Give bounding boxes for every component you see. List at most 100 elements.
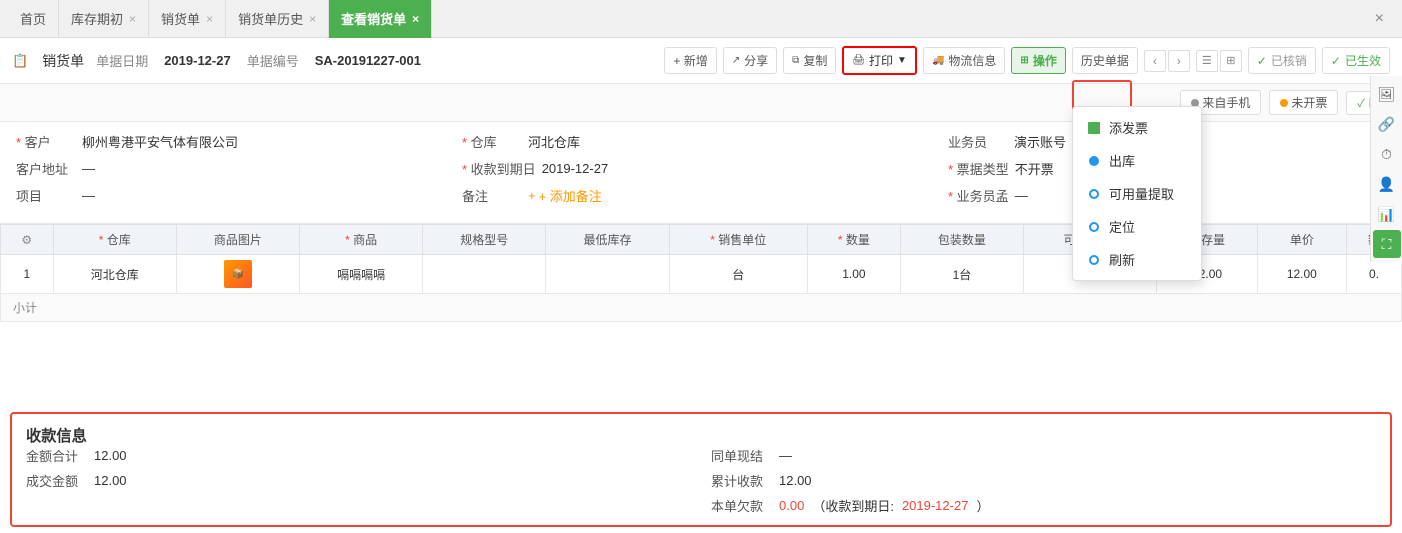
sidebar-link-icon[interactable]: 🔗 (1373, 110, 1401, 138)
total-label: 金额合计 (26, 446, 86, 465)
dropdown-available-qty[interactable]: 可用量提取 (1073, 177, 1201, 210)
share-button[interactable]: ↗ 分享 (723, 47, 777, 74)
same-order-value: — (779, 448, 792, 463)
trade-amount-row: 成交金额 12.00 (26, 471, 691, 490)
unopened-button[interactable]: 未开票 (1269, 90, 1338, 115)
salesman2-label: 业务员孟 (948, 186, 1009, 205)
row-spec (423, 255, 546, 294)
due-date-value: 2019-12-27 (542, 161, 609, 176)
salesman-value: 演示账号 (1014, 132, 1066, 151)
salesman2-value: — (1015, 188, 1028, 203)
customer-group: 客户 柳州粤港平安气体有限公司 (16, 132, 454, 151)
same-order-label: 同单现结 (711, 446, 771, 465)
sidebar-person-icon[interactable]: 👤 (1373, 170, 1401, 198)
col-qty: 数量 (807, 225, 900, 255)
arrears-row: 本单欠款 0.00 （收款到期日: 2019-12-27 ） (711, 496, 1376, 515)
sidebar-image-icon[interactable]: 🖼 (1373, 80, 1401, 108)
row-product: 嗝嗝嗝嗝 (299, 255, 422, 294)
available-qty-icon (1087, 187, 1101, 201)
tab-inventory[interactable]: 库存期初 × (59, 0, 149, 38)
copy-button[interactable]: ⧉ 复制 (783, 47, 836, 74)
row-price: 12.00 (1257, 255, 1346, 294)
address-value: — (82, 161, 95, 176)
doc-title: 销货单 (42, 51, 84, 71)
address-group: 客户地址 — (16, 159, 454, 178)
trade-amount-label: 成交金额 (26, 471, 86, 490)
due-date-label: 收款到期日 (462, 159, 536, 178)
subtotal-row: 小计 (1, 294, 1402, 322)
warehouse-value: 河北仓库 (528, 132, 580, 151)
due-date-group: 收款到期日 2019-12-27 (462, 159, 900, 178)
tab-sales-close[interactable]: × (206, 12, 213, 26)
cumulative-label: 累计收款 (711, 471, 771, 490)
history-button[interactable]: 历史单据 (1072, 47, 1138, 74)
col-image: 商品图片 (176, 225, 299, 255)
grid-view-btn[interactable]: ⊞ (1220, 50, 1242, 72)
doc-header: 📋 销货单 单据日期 2019-12-27 单据编号 SA-20191227-0… (0, 38, 1402, 84)
note-group: 备注 + + 添加备注 (462, 186, 900, 205)
view-buttons: ☰ ⊞ (1196, 50, 1242, 72)
add-note-button[interactable]: + + 添加备注 (528, 186, 602, 205)
warehouse-label: 仓库 (462, 132, 522, 151)
trade-amount-value: 12.00 (94, 473, 127, 488)
row-image: 📦 (176, 255, 299, 294)
row-unit: 台 (669, 255, 807, 294)
unopened-dot (1280, 99, 1288, 107)
ticket-value: 不开票 (1015, 159, 1054, 178)
new-button[interactable]: + 新增 (664, 47, 716, 74)
prev-arrow[interactable]: ‹ (1144, 50, 1166, 72)
right-sidebar: 🖼 🔗 ⏱ 👤 📊 ⛶ (1370, 76, 1402, 262)
date-label: 单据日期 (96, 51, 148, 70)
dropdown-outbound[interactable]: 出库 (1073, 144, 1201, 177)
toolbar: + 新增 ↗ 分享 ⧉ 复制 🖨 打印 ▼ 🚚 物流信息 (664, 46, 1390, 75)
next-arrow[interactable]: › (1168, 50, 1190, 72)
row-qty: 1.00 (807, 255, 900, 294)
payment-grid: 金额合计 12.00 同单现结 — 成交金额 12.00 累计收款 12.00 … (26, 446, 1376, 515)
arrears-value: 0.00 (779, 498, 804, 513)
date-value: 2019-12-27 (164, 53, 231, 68)
list-view-btn[interactable]: ☰ (1196, 50, 1218, 72)
ops-button[interactable]: ⊞ 操作 (1011, 47, 1065, 74)
col-price: 单价 (1257, 225, 1346, 255)
dropdown-add-invoice[interactable]: 添发票 (1073, 111, 1201, 144)
tab-sales[interactable]: 销货单 × (149, 0, 226, 38)
row-min-stock (546, 255, 669, 294)
project-value: — (82, 188, 95, 203)
tab-view-sales-close[interactable]: × (412, 12, 419, 26)
col-settings[interactable]: ⚙ (1, 225, 54, 255)
sidebar-table-icon[interactable]: 📊 (1373, 200, 1401, 228)
window-close-button[interactable]: × (1365, 10, 1394, 28)
cumulative-row: 累计收款 12.00 (711, 471, 1376, 490)
sidebar-clock-icon[interactable]: ⏱ (1373, 140, 1401, 168)
arrears-close: ） (976, 496, 989, 515)
sidebar-expand-icon[interactable]: ⛶ (1373, 230, 1401, 258)
tab-view-sales[interactable]: 查看销货单 × (329, 0, 432, 38)
row-no: 1 (1, 255, 54, 294)
dropdown-locate[interactable]: 定位 (1073, 210, 1201, 243)
cumulative-value: 12.00 (779, 473, 812, 488)
tab-sales-history[interactable]: 销货单历史 × (226, 0, 329, 38)
payment-title: 收款信息 (26, 424, 1376, 446)
locate-icon (1087, 220, 1101, 234)
same-order-row: 同单现结 — (711, 446, 1376, 465)
tab-inventory-close[interactable]: × (129, 12, 136, 26)
tab-bar: 首页 库存期初 × 销货单 × 销货单历史 × 查看销货单 × × (0, 0, 1402, 38)
logistics-button[interactable]: 🚚 物流信息 (923, 47, 1005, 74)
cancelled-button[interactable]: ✓ 已核销 (1248, 47, 1316, 74)
col-pack-qty: 包装数量 (900, 225, 1023, 255)
ops-dropdown: 添发票 出库 可用量提取 定位 刷新 (1072, 106, 1202, 281)
tab-sales-history-close[interactable]: × (309, 12, 316, 26)
total-value: 12.00 (94, 448, 127, 463)
tab-home[interactable]: 首页 (8, 0, 59, 38)
doc-icon: 📋 (12, 53, 28, 69)
effective-button[interactable]: ✓ 已生效 (1322, 47, 1390, 74)
add-invoice-icon (1087, 121, 1101, 135)
row-pack-qty: 1台 (900, 255, 1023, 294)
number-label: 单据编号 (247, 51, 299, 70)
project-label: 项目 (16, 186, 76, 205)
product-image: 📦 (224, 260, 252, 288)
col-spec: 规格型号 (423, 225, 546, 255)
address-label: 客户地址 (16, 159, 76, 178)
dropdown-refresh[interactable]: 刷新 (1073, 243, 1201, 276)
print-button[interactable]: 🖨 打印 ▼ (842, 46, 917, 75)
